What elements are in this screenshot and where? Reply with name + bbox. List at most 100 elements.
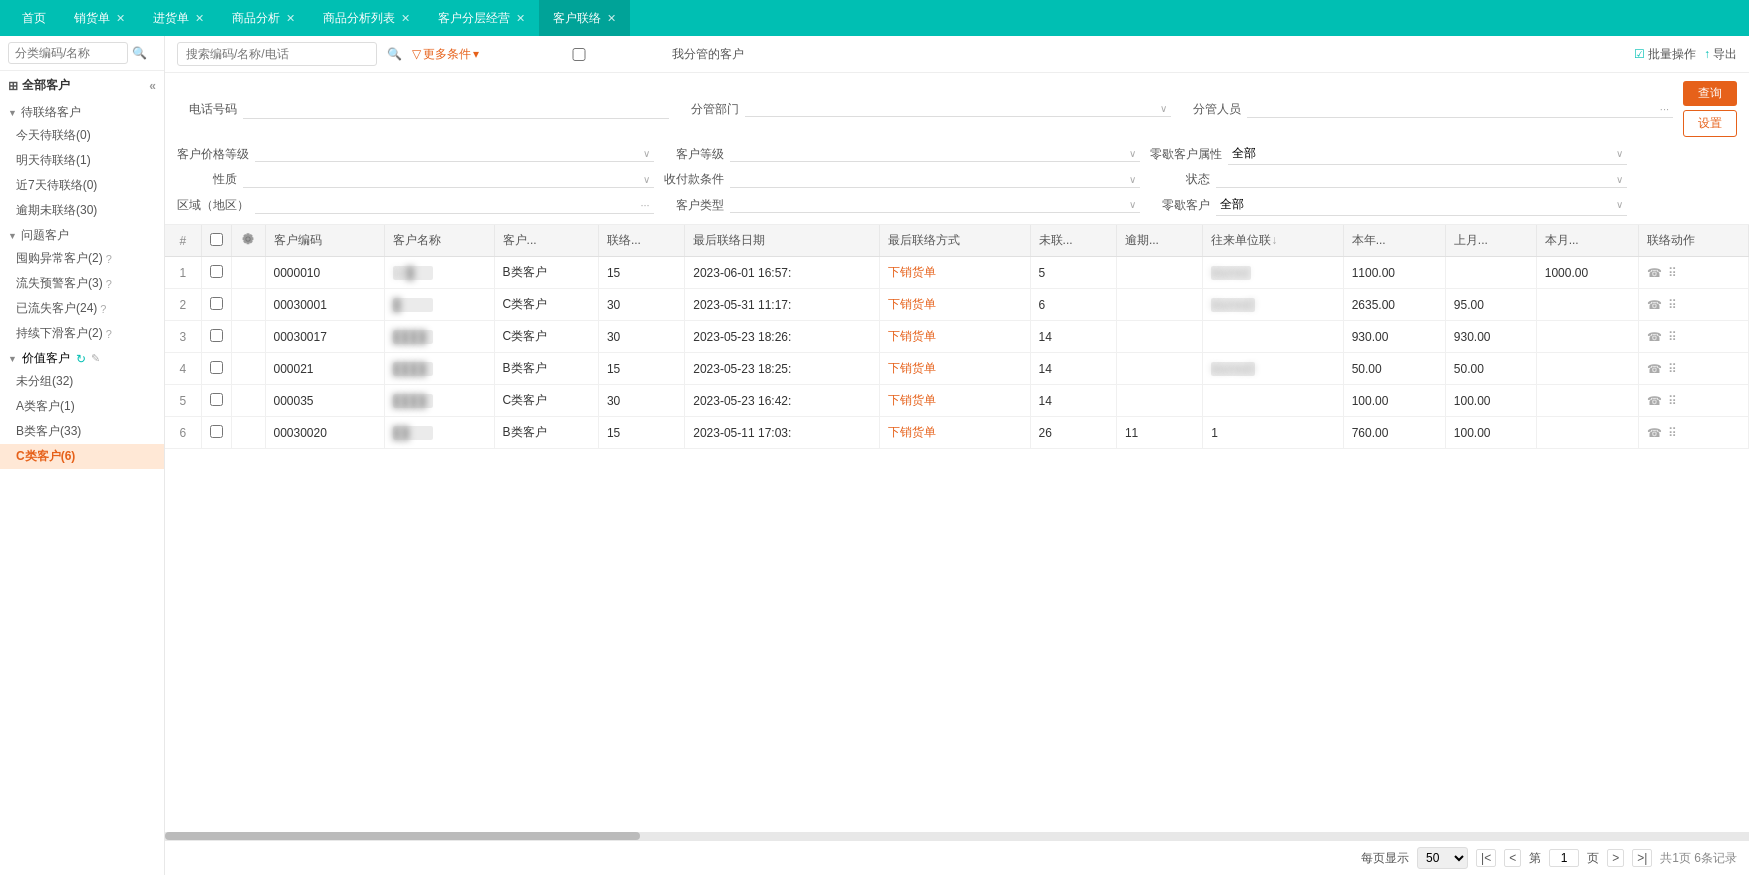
- sidebar-item-tomorrow[interactable]: 明天待联络(1): [0, 148, 164, 173]
- sidebar-item-churn-warn[interactable]: 流失预警客户(3) ?: [0, 271, 164, 296]
- cell-checkbox[interactable]: [201, 417, 231, 449]
- filter-price-level-select[interactable]: ∨: [255, 146, 654, 162]
- cell-checkbox[interactable]: [201, 289, 231, 321]
- contact-phone-icon[interactable]: ☎: [1647, 266, 1662, 280]
- edit-icon[interactable]: ✎: [91, 352, 100, 365]
- sidebar-item-ungrouped[interactable]: 未分组(32): [0, 369, 164, 394]
- filter-region-select[interactable]: ···: [255, 197, 654, 214]
- filter-customer-level-select[interactable]: ∨: [730, 146, 1141, 162]
- help-churned-icon[interactable]: ?: [100, 303, 106, 315]
- select-all-checkbox[interactable]: [210, 233, 223, 246]
- more-actions-icon[interactable]: ⠿: [1668, 298, 1677, 312]
- search-input[interactable]: [177, 42, 377, 66]
- nav-sales[interactable]: 销货单 ✕: [60, 0, 139, 36]
- cell-unit-history: blurred: [1203, 257, 1343, 289]
- sidebar-group-value[interactable]: 价值客户 ↻ ✎: [0, 346, 164, 369]
- row-checkbox[interactable]: [210, 329, 223, 342]
- more-actions-icon[interactable]: ⠿: [1668, 266, 1677, 280]
- row-checkbox[interactable]: [210, 265, 223, 278]
- more-actions-icon[interactable]: ⠿: [1668, 426, 1677, 440]
- help-churn-warn-icon[interactable]: ?: [106, 278, 112, 290]
- cell-checkbox[interactable]: [201, 257, 231, 289]
- nav-next-btn[interactable]: >: [1607, 849, 1624, 867]
- contact-phone-icon[interactable]: ☎: [1647, 362, 1662, 376]
- my-managed-checkbox[interactable]: 我分管的客户: [489, 46, 744, 63]
- close-contact-icon[interactable]: ✕: [607, 12, 616, 25]
- export-btn[interactable]: ↑ 导出: [1704, 46, 1737, 63]
- nav-prev-btn[interactable]: <: [1504, 849, 1521, 867]
- close-purchase-icon[interactable]: ✕: [195, 12, 204, 25]
- close-analysis-icon[interactable]: ✕: [286, 12, 295, 25]
- sidebar-search-input[interactable]: [8, 42, 128, 64]
- filter-customer-level-label: 客户等级: [664, 146, 724, 163]
- sidebar-item-abnormal[interactable]: 囤购异常客户(2) ?: [0, 246, 164, 271]
- cell-not-contacted: 14: [1030, 353, 1116, 385]
- batch-action-btn[interactable]: ☑ 批量操作: [1634, 46, 1696, 63]
- contact-phone-icon[interactable]: ☎: [1647, 426, 1662, 440]
- filter-dept-select[interactable]: ∨: [745, 101, 1171, 117]
- sidebar-item-week[interactable]: 近7天待联络(0): [0, 173, 164, 198]
- row-checkbox[interactable]: [210, 297, 223, 310]
- per-page-select[interactable]: 50 100: [1417, 847, 1468, 869]
- row-checkbox[interactable]: [210, 361, 223, 374]
- row-checkbox[interactable]: [210, 425, 223, 438]
- more-actions-icon[interactable]: ⠿: [1668, 362, 1677, 376]
- sidebar-item-class-c[interactable]: C类客户(6): [0, 444, 164, 469]
- sidebar-group-pending[interactable]: 待联络客户: [0, 100, 164, 123]
- row-checkbox[interactable]: [210, 393, 223, 406]
- help-abnormal-icon[interactable]: ?: [106, 253, 112, 265]
- manager-more-icon[interactable]: ···: [1660, 103, 1669, 115]
- sidebar-collapse-icon[interactable]: «: [149, 79, 156, 93]
- filter-payment-select[interactable]: ∨: [730, 172, 1141, 188]
- filter-status-select[interactable]: ∨: [1216, 172, 1627, 188]
- nav-customer-layer[interactable]: 客户分层经营 ✕: [424, 0, 539, 36]
- my-managed-check[interactable]: [489, 48, 669, 61]
- close-analysis-list-icon[interactable]: ✕: [401, 12, 410, 25]
- more-actions-icon[interactable]: ⠿: [1668, 394, 1677, 408]
- close-layer-icon[interactable]: ✕: [516, 12, 525, 25]
- filter-row-1: 电话号码 分管部门 ∨ 分管人员 ···: [177, 81, 1737, 137]
- nav-product-analysis[interactable]: 商品分析 ✕: [218, 0, 309, 36]
- nav-home[interactable]: 首页: [8, 0, 60, 36]
- refresh-icon[interactable]: ↻: [76, 352, 86, 366]
- sidebar-all-customers[interactable]: ⊞ 全部客户 «: [0, 71, 164, 100]
- filter-more-btn[interactable]: ▽ 更多条件 ▾: [412, 46, 479, 63]
- close-sales-icon[interactable]: ✕: [116, 12, 125, 25]
- cell-checkbox[interactable]: [201, 353, 231, 385]
- cell-checkbox[interactable]: [201, 321, 231, 353]
- query-button[interactable]: 查询: [1683, 81, 1737, 106]
- filter-customer-type-select[interactable]: ∨: [730, 197, 1141, 213]
- sidebar-search-icon[interactable]: 🔍: [132, 46, 147, 60]
- filter-phone-input[interactable]: [243, 100, 669, 119]
- col-header-gear[interactable]: [231, 225, 265, 257]
- contact-phone-icon[interactable]: ☎: [1647, 394, 1662, 408]
- filter-retail-attr-select[interactable]: 全部 ∨: [1228, 143, 1627, 165]
- cell-checkbox[interactable]: [201, 385, 231, 417]
- nav-last-btn[interactable]: >|: [1632, 849, 1652, 867]
- horizontal-scrollbar[interactable]: [165, 832, 1749, 840]
- page-input[interactable]: [1549, 849, 1579, 867]
- sidebar-item-churned[interactable]: 已流失客户(24) ?: [0, 296, 164, 321]
- nav-purchase[interactable]: 进货单 ✕: [139, 0, 218, 36]
- filter-retail-select[interactable]: 全部 ∨: [1216, 194, 1627, 216]
- nav-customer-contact[interactable]: 客户联络 ✕: [539, 0, 630, 36]
- sidebar-item-overdue[interactable]: 逾期未联络(30): [0, 198, 164, 223]
- setup-button[interactable]: 设置: [1683, 110, 1737, 137]
- nav-product-analysis-list[interactable]: 商品分析列表 ✕: [309, 0, 424, 36]
- more-actions-icon[interactable]: ⠿: [1668, 330, 1677, 344]
- help-declining-icon[interactable]: ?: [106, 328, 112, 340]
- contact-phone-icon[interactable]: ☎: [1647, 330, 1662, 344]
- scroll-thumb[interactable]: [165, 832, 640, 840]
- sidebar-item-class-b[interactable]: B类客户(33): [0, 419, 164, 444]
- filter-nature-select[interactable]: ∨: [243, 172, 654, 188]
- nav-first-btn[interactable]: |<: [1476, 849, 1496, 867]
- sidebar-item-declining[interactable]: 持续下滑客户(2) ?: [0, 321, 164, 346]
- search-bar: 🔍 ▽ 更多条件 ▾ 我分管的客户 ☑ 批量操作 ↑ 导出: [165, 36, 1749, 73]
- search-submit-icon[interactable]: 🔍: [387, 47, 402, 61]
- sidebar-item-today[interactable]: 今天待联络(0): [0, 123, 164, 148]
- contact-phone-icon[interactable]: ☎: [1647, 298, 1662, 312]
- filter-manager-select[interactable]: ···: [1247, 101, 1673, 118]
- sidebar-group-problem[interactable]: 问题客户: [0, 223, 164, 246]
- sidebar-item-class-a[interactable]: A类客户(1): [0, 394, 164, 419]
- region-more-icon[interactable]: ···: [641, 199, 650, 211]
